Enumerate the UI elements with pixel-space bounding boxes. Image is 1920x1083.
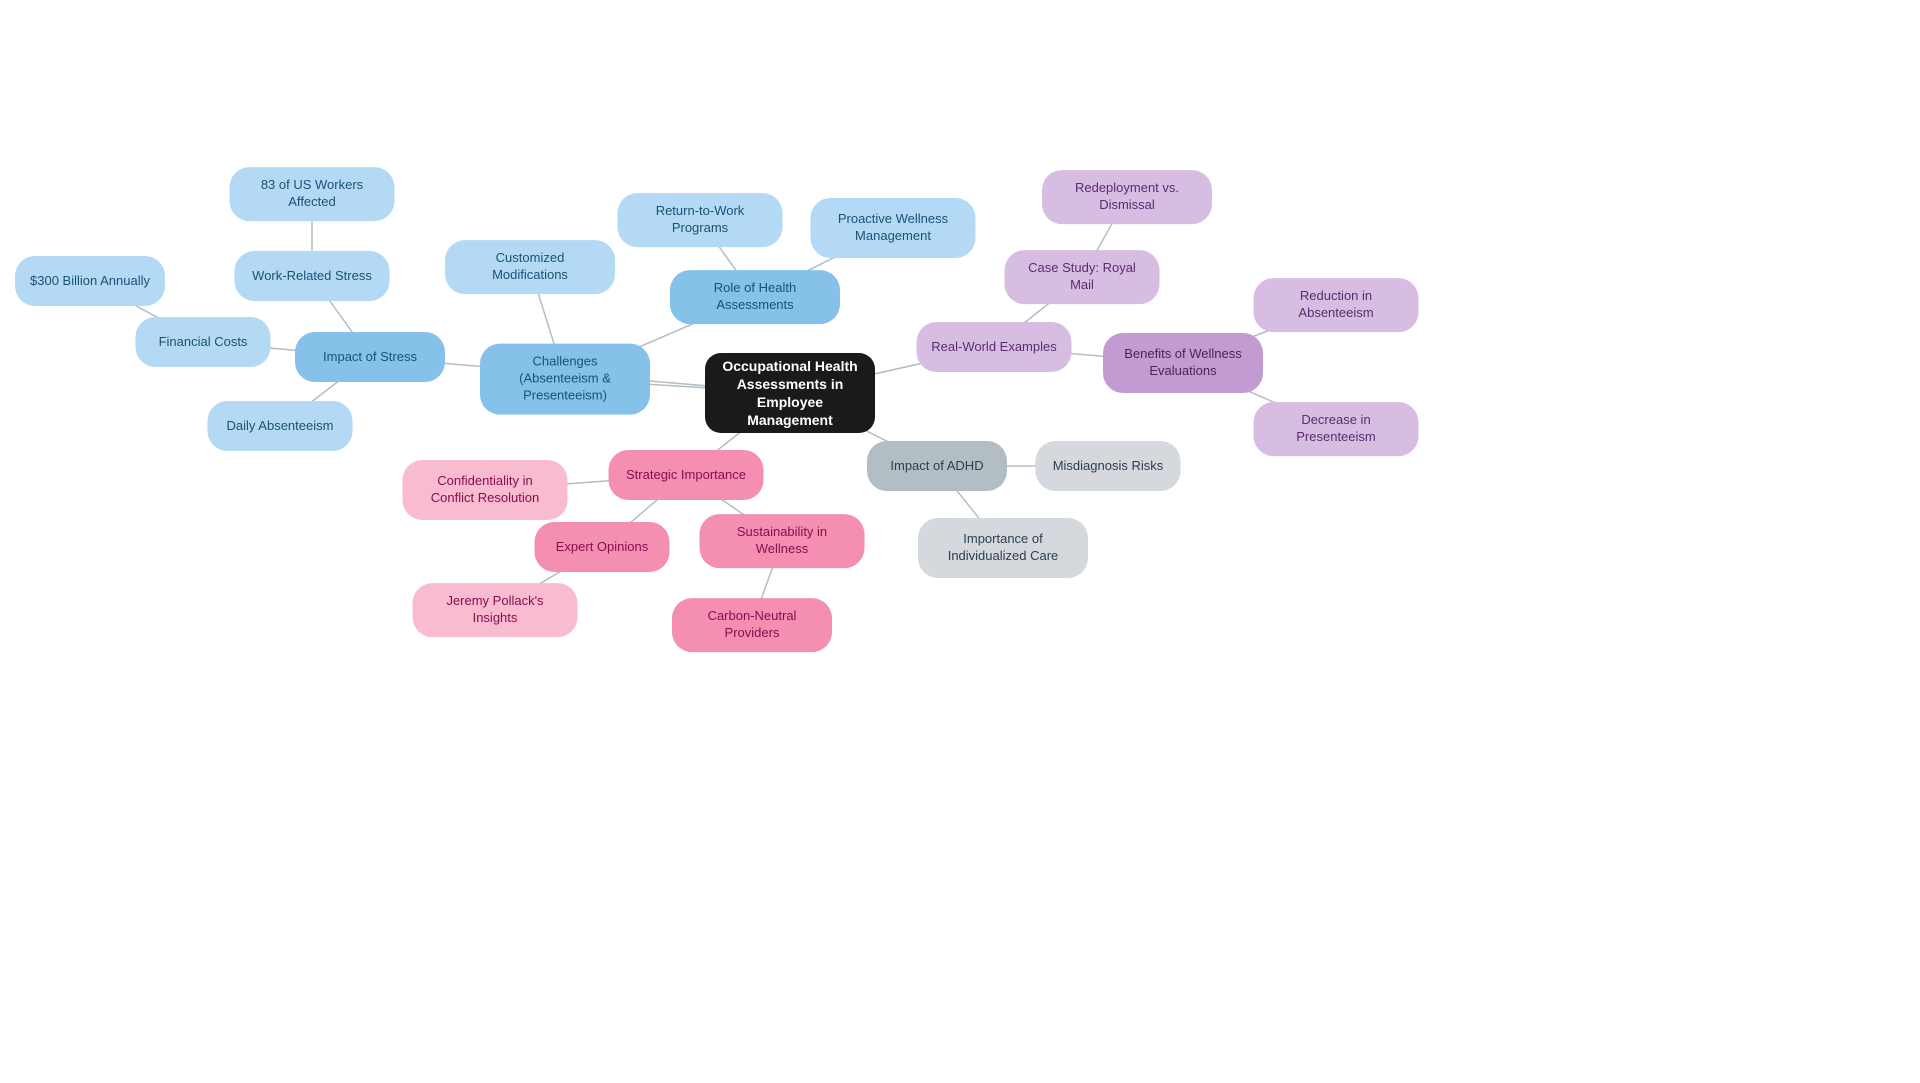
node-dailyAbsenteeism[interactable]: Daily Absenteeism	[208, 401, 353, 451]
node-financialCosts[interactable]: Financial Costs	[136, 317, 271, 367]
node-sustainabilityInWellness[interactable]: Sustainability in Wellness	[700, 514, 865, 568]
node-customizedMods[interactable]: Customized Modifications	[445, 240, 615, 294]
node-impactADHD[interactable]: Impact of ADHD	[867, 441, 1007, 491]
node-importanceIndividualized[interactable]: Importance of Individualized Care	[918, 518, 1088, 578]
node-carbonNeutral[interactable]: Carbon-Neutral Providers	[672, 598, 832, 652]
node-challenges[interactable]: Challenges (Absenteeism & Presenteeism)	[480, 344, 650, 415]
node-jeremyPollack[interactable]: Jeremy Pollack's Insights	[413, 583, 578, 637]
node-decreasePresenteeism[interactable]: Decrease in Presenteeism	[1254, 402, 1419, 456]
node-returnToWork[interactable]: Return-to-Work Programs	[618, 193, 783, 247]
node-misdiagnosisRisks[interactable]: Misdiagnosis Risks	[1036, 441, 1181, 491]
mindmap-container: Occupational Health Assessments in Emplo…	[0, 0, 1920, 1083]
node-proactiveWellness[interactable]: Proactive Wellness Management	[811, 198, 976, 258]
node-reductionAbsenteeism[interactable]: Reduction in Absenteeism	[1254, 278, 1419, 332]
node-confidentiality[interactable]: Confidentiality in Conflict Resolution	[403, 460, 568, 520]
node-center[interactable]: Occupational Health Assessments in Emplo…	[705, 353, 875, 433]
node-us83Workers[interactable]: 83 of US Workers Affected	[230, 167, 395, 221]
node-impactOfStress[interactable]: Impact of Stress	[295, 332, 445, 382]
node-roleOfHealth[interactable]: Role of Health Assessments	[670, 270, 840, 324]
node-300billion[interactable]: $300 Billion Annually	[15, 256, 165, 306]
node-workRelatedStress[interactable]: Work-Related Stress	[235, 251, 390, 301]
node-caseStudyRoyalMail[interactable]: Case Study: Royal Mail	[1005, 250, 1160, 304]
node-expertOpinions[interactable]: Expert Opinions	[535, 522, 670, 572]
node-strategicImportance[interactable]: Strategic Importance	[609, 450, 764, 500]
node-benefitsOfWellness[interactable]: Benefits of Wellness Evaluations	[1103, 333, 1263, 393]
node-realWorldExamples[interactable]: Real-World Examples	[917, 322, 1072, 372]
node-redeploymentVsDismissal[interactable]: Redeployment vs. Dismissal	[1042, 170, 1212, 224]
